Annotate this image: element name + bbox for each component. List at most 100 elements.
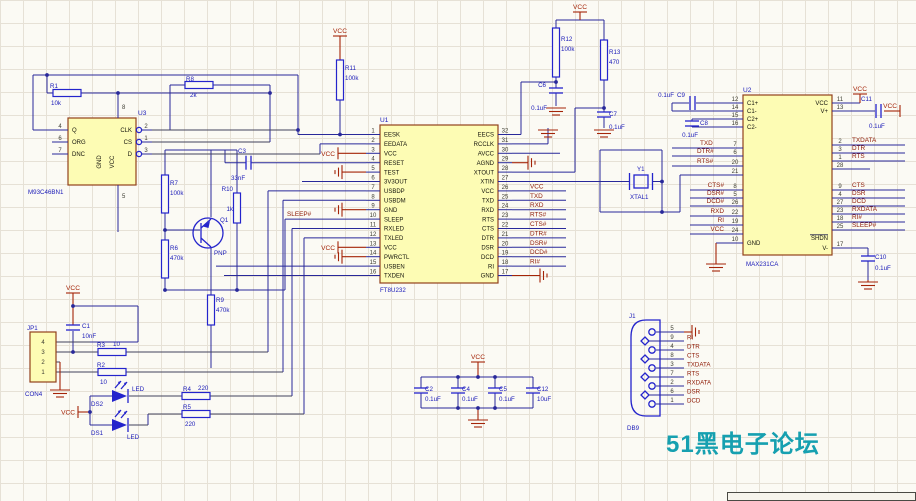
resistor-R3[interactable] — [97, 347, 127, 357]
db9-pin-icon[interactable] — [648, 400, 656, 408]
pin-number: 26 — [732, 200, 739, 206]
transistor-ref: Q1 — [220, 217, 229, 224]
net-label: RI — [687, 335, 693, 342]
junction-dot — [88, 410, 92, 414]
pin-number: 16 — [370, 270, 377, 276]
resistor-R2[interactable] — [97, 367, 127, 377]
net-label: TXDATA — [852, 137, 877, 144]
db9-pin-icon[interactable] — [648, 328, 656, 336]
pin-name: AVCC — [478, 152, 495, 158]
resistor-R7[interactable] — [160, 174, 170, 214]
pin-number: 31 — [502, 138, 509, 144]
resistor-value: 1k — [226, 206, 233, 213]
pin-number: 28 — [502, 166, 509, 172]
net-label: RTS — [687, 371, 699, 378]
resistor-R13[interactable] — [599, 39, 609, 81]
net-label: RXD — [530, 202, 544, 209]
resistor-R6[interactable] — [160, 239, 170, 279]
resistor-value: 10 — [113, 341, 120, 348]
net-label: RI — [718, 217, 725, 224]
db9-pin-icon[interactable] — [640, 372, 650, 382]
pin-number: 20 — [502, 241, 509, 247]
net-label: DCD# — [707, 198, 725, 205]
resistor-R5[interactable] — [181, 409, 211, 419]
net-label: RTS — [852, 153, 865, 160]
pin-name: C2- — [747, 125, 757, 131]
led-label: LED — [127, 434, 140, 441]
net-label: RTS# — [697, 158, 714, 165]
pin-number: 7 — [670, 371, 674, 377]
pin-number: 3 — [371, 147, 375, 153]
vcc-symbol: VCC — [333, 28, 347, 35]
net-label: TXD — [530, 193, 543, 200]
led-icon[interactable] — [112, 390, 127, 402]
pin-name: C1- — [747, 109, 757, 115]
capacitor-value: 0.1uF — [462, 396, 478, 403]
net-label: DSR# — [707, 190, 724, 197]
resistor-ref: R8 — [186, 76, 194, 83]
ic-ref: U1 — [380, 117, 389, 124]
pin-name: GND — [97, 155, 103, 169]
db9-pin-icon[interactable] — [648, 364, 656, 372]
pin-number: 18 — [837, 216, 844, 222]
pin-name: RTS — [482, 217, 494, 223]
pin-number: 22 — [502, 223, 509, 229]
connector-part: DB9 — [627, 425, 640, 432]
pin-name: VCC — [481, 189, 494, 195]
resistor-ref: R12 — [561, 36, 573, 43]
resistor-R9[interactable] — [206, 294, 216, 326]
junction-dot — [163, 288, 167, 292]
pin-number: 20 — [732, 160, 739, 166]
pin-name: XTOUT — [474, 170, 495, 176]
db9-pin-icon[interactable] — [648, 382, 656, 390]
net-label: DCD — [852, 198, 866, 205]
pin-name: TXD — [482, 199, 495, 205]
pin-number: 2 — [670, 380, 674, 386]
capacitor-ref: C9 — [677, 92, 685, 99]
db9-pin-icon[interactable] — [640, 336, 650, 346]
capacitor-value: 0.1uF — [499, 396, 515, 403]
pin-name: RESET — [384, 161, 404, 167]
pin-number: 11 — [370, 223, 377, 229]
pin-name: DNC — [72, 152, 86, 158]
pin-number: 17 — [502, 270, 509, 276]
vcc-symbol: VCC — [471, 354, 485, 361]
pin-number: 27 — [502, 176, 509, 182]
resistor-R1[interactable] — [52, 88, 82, 98]
pin-number: 15 — [370, 260, 377, 266]
pin-number: 9 — [838, 184, 842, 190]
net-label: SLEEP# — [287, 211, 312, 218]
junction-dot — [660, 179, 664, 184]
resistor-value: 10 — [100, 379, 107, 386]
pin-number: 27 — [837, 200, 844, 206]
resistor-ref: R9 — [216, 297, 224, 304]
pin-number: 19 — [732, 219, 739, 225]
led-ref: DS1 — [91, 430, 104, 437]
db9-pin-icon[interactable] — [640, 390, 650, 400]
db9-pin-icon[interactable] — [648, 346, 656, 354]
crystal-Y1[interactable] — [633, 174, 649, 189]
resistor-R11[interactable] — [335, 59, 345, 101]
db9-pin-icon[interactable] — [640, 354, 650, 364]
net-label: CTS — [687, 353, 699, 360]
resistor-value: 470k — [216, 307, 230, 314]
transistor-Q1[interactable] — [200, 237, 212, 248]
pin-name: USBEN — [384, 264, 405, 270]
pin-name: SLEEP — [384, 217, 403, 223]
resistor-R4[interactable] — [181, 391, 211, 401]
pin-name: TEST — [384, 170, 400, 176]
led-icon[interactable] — [112, 419, 127, 431]
pin-number: 17 — [837, 242, 844, 248]
pin-number: 5 — [371, 166, 375, 172]
pin-name: SHDN — [811, 236, 828, 242]
pin-bubble-icon — [135, 150, 143, 158]
pin-name: V+ — [820, 109, 828, 115]
pin-number: 6 — [670, 389, 674, 395]
net-label: VCC — [711, 226, 725, 233]
junction-dot — [338, 132, 342, 137]
ic-part: M93C46BN1 — [28, 189, 64, 196]
resistor-R12[interactable] — [551, 27, 561, 78]
net-label: RI# — [530, 259, 540, 266]
pin-number: 4 — [58, 124, 62, 130]
resistor-R10[interactable] — [232, 192, 242, 224]
